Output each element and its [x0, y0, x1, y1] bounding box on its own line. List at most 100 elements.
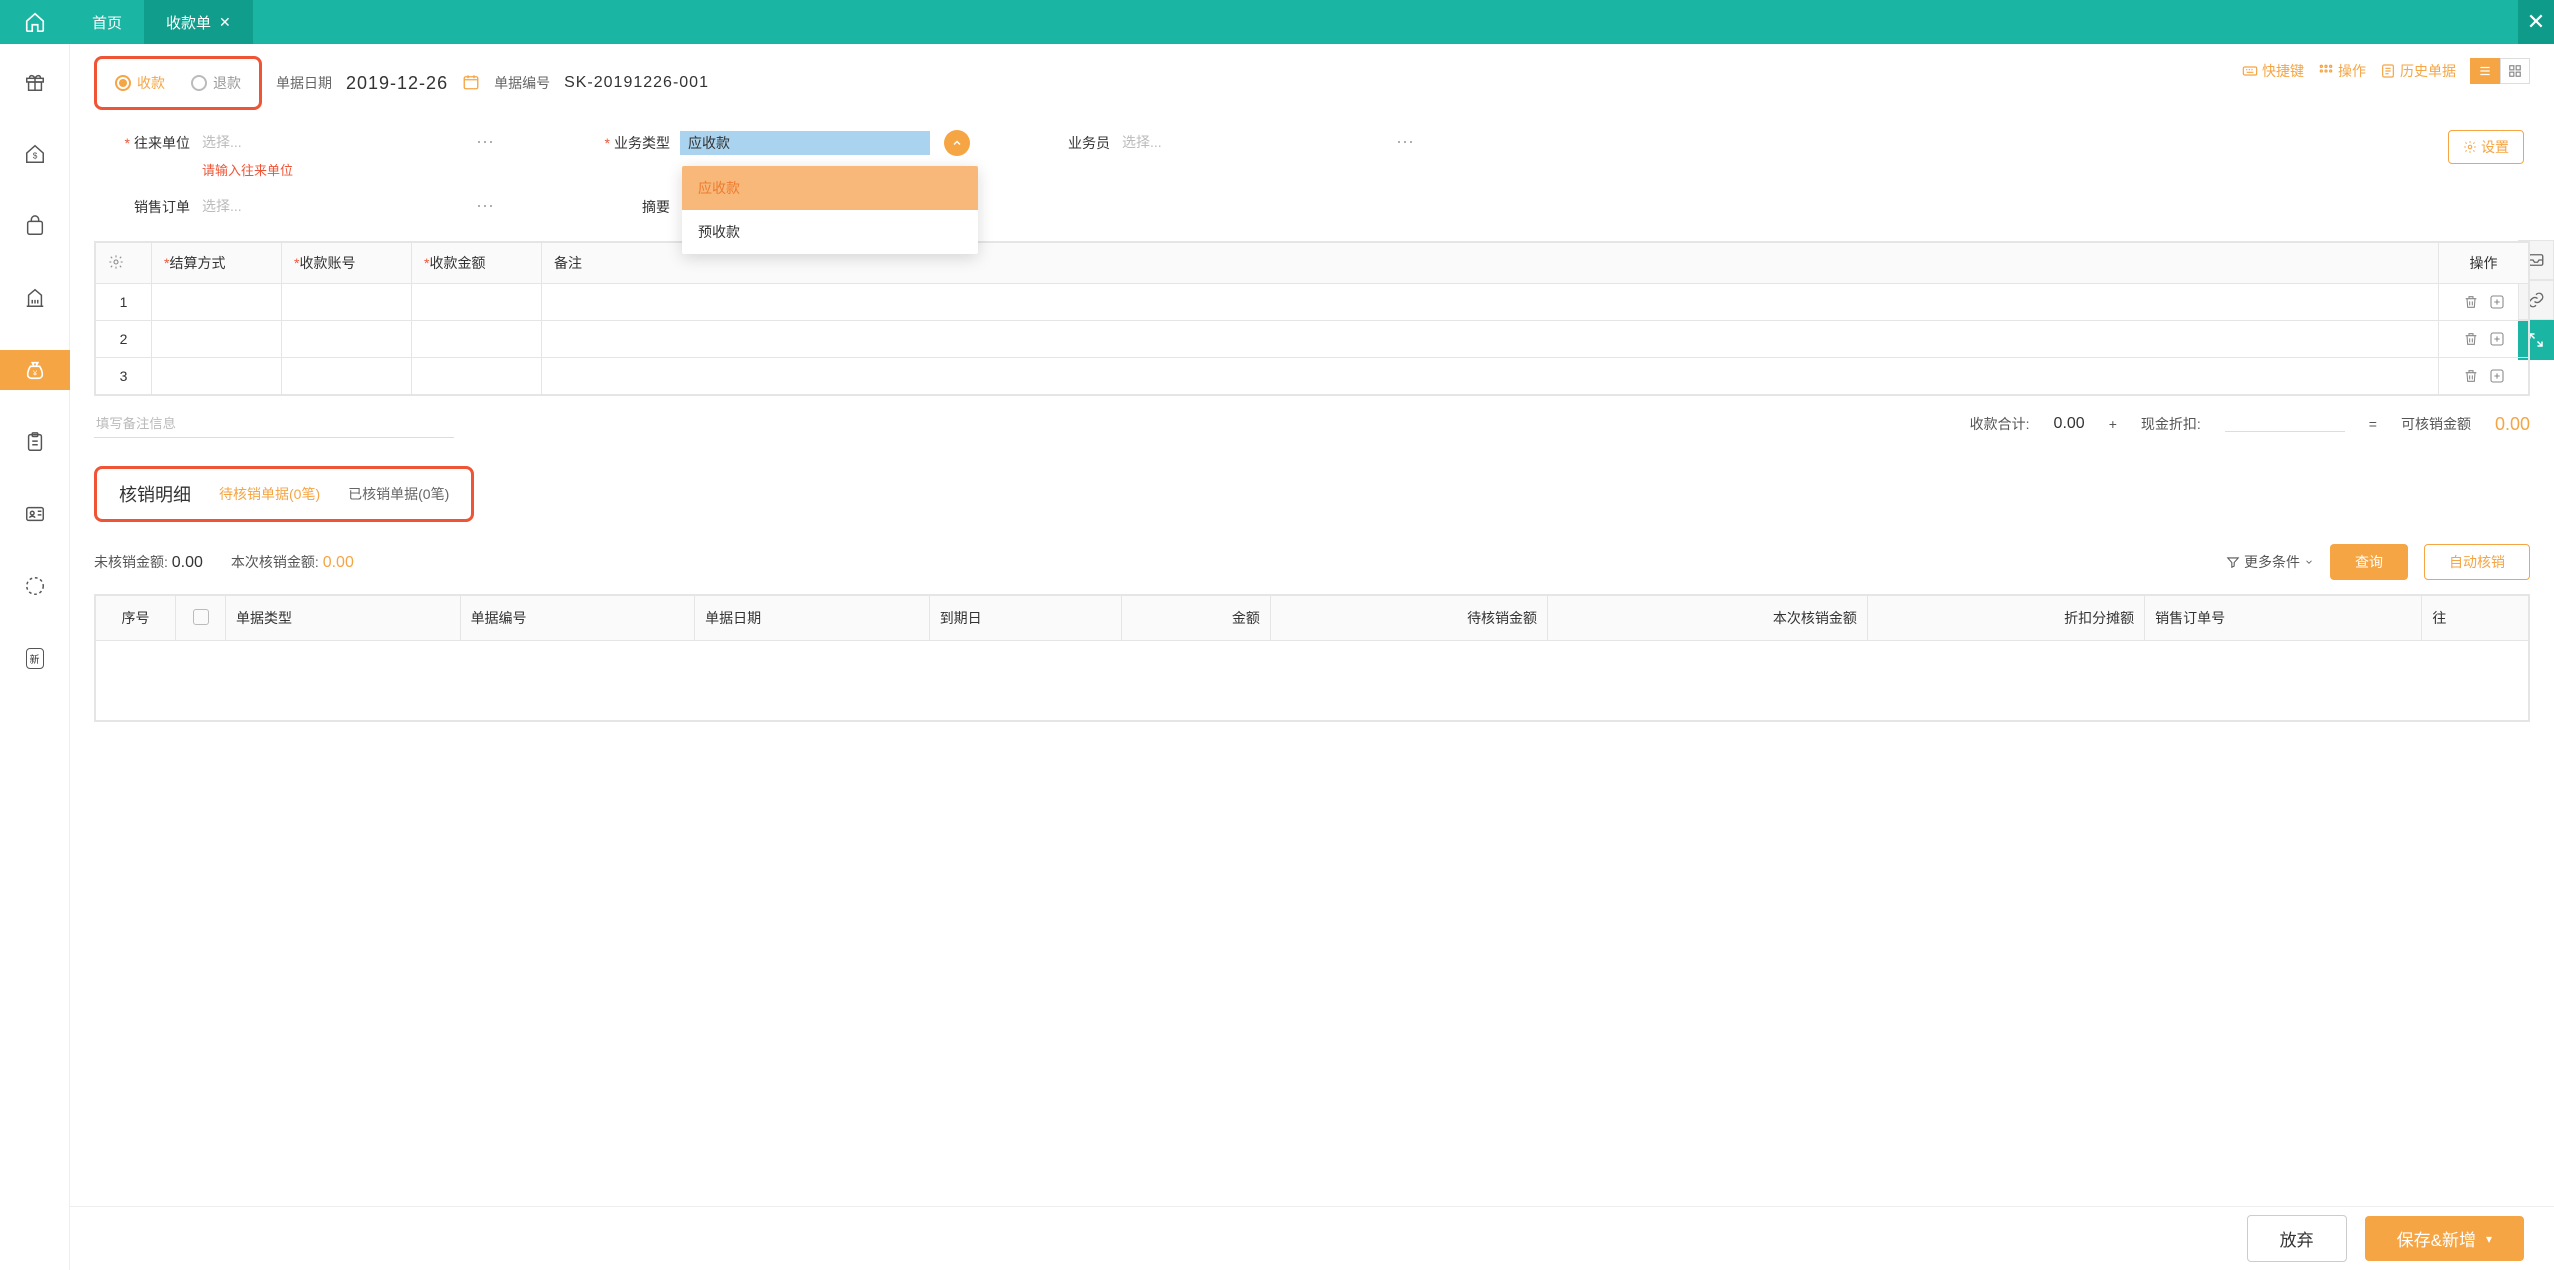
delete-icon[interactable]: [2463, 331, 2479, 347]
sidebar-gift-icon[interactable]: [0, 62, 70, 102]
more-icon[interactable]: ⋯: [470, 132, 500, 153]
doc-num-value: SK-20191226-001: [564, 74, 709, 92]
discount-input[interactable]: [2225, 416, 2345, 432]
cell-remark[interactable]: [542, 321, 2439, 358]
form-area: *往来单位 ⋯ 请输入往来单位 *业务类型 应收款 应收款 预收款 业务员 ⋯: [70, 120, 2554, 225]
dropdown-option-prepay[interactable]: 预收款: [682, 210, 978, 254]
tab-current[interactable]: 收款单 ✕: [144, 0, 253, 44]
col-ops: 操作: [2439, 243, 2529, 284]
salesorder-label: 销售订单: [110, 197, 190, 217]
sidebar-money-bag-icon[interactable]: ¥: [0, 350, 70, 390]
summary-remark-input[interactable]: [94, 410, 454, 438]
delete-icon[interactable]: [2463, 368, 2479, 384]
settings-button[interactable]: 设置: [2448, 130, 2524, 164]
wo-col-seq: 序号: [96, 596, 176, 641]
writeoff-table-header: 序号 单据类型 单据编号 单据日期 到期日 金额 待核销金额 本次核销金额 折扣…: [96, 596, 2529, 641]
svg-text:$: $: [32, 152, 37, 161]
toolbar: 收款 退款 单据日期 2019-12-26 单据编号 SK-20191226-0…: [70, 44, 2554, 120]
tab-home[interactable]: 首页: [70, 0, 144, 44]
radio-icon: [191, 75, 207, 91]
close-icon[interactable]: ✕: [219, 14, 231, 31]
query-button[interactable]: 查询: [2330, 544, 2408, 580]
cell-amt[interactable]: [412, 321, 542, 358]
cell-amt[interactable]: [412, 284, 542, 321]
auto-writeoff-button[interactable]: 自动核销: [2424, 544, 2530, 580]
partner-label: *往来单位: [110, 133, 190, 153]
dropdown-option-receivable[interactable]: 应收款: [682, 166, 978, 210]
wo-col-addr: 往: [2422, 596, 2529, 641]
radio-receive[interactable]: 收款: [115, 73, 165, 93]
add-row-icon[interactable]: [2489, 331, 2505, 347]
svg-text:¥: ¥: [32, 369, 37, 378]
table-row[interactable]: 1: [96, 284, 2529, 321]
biztype-label: *业务类型: [590, 133, 670, 153]
wo-col-checkbox[interactable]: [176, 596, 226, 641]
sidebar-new-icon[interactable]: 新: [0, 638, 70, 678]
cell-remark[interactable]: [542, 284, 2439, 321]
cell-amt[interactable]: [412, 358, 542, 395]
discard-button[interactable]: 放弃: [2247, 1215, 2347, 1262]
cell-remark[interactable]: [542, 358, 2439, 395]
unwritten-value: 0.00: [172, 554, 203, 571]
table-header-row: *结算方式 *收款账号 *收款金额 备注 操作: [96, 243, 2529, 284]
doc-num-label: 单据编号: [494, 73, 550, 93]
table-row[interactable]: 2: [96, 321, 2529, 358]
cell-acct[interactable]: [282, 358, 412, 395]
field-partner: *往来单位 ⋯ 请输入往来单位: [110, 130, 530, 155]
writeoff-tab-pending[interactable]: 待核销单据(0笔): [219, 484, 320, 504]
calendar-icon[interactable]: [462, 73, 480, 94]
more-icon[interactable]: ⋯: [470, 196, 500, 217]
partner-input[interactable]: [200, 130, 460, 155]
cell-settle[interactable]: [152, 284, 282, 321]
sidebar-id-card-icon[interactable]: [0, 494, 70, 534]
row-number: 3: [96, 358, 152, 395]
view-grid-icon[interactable]: [2500, 58, 2530, 84]
biztype-dropdown: 应收款 预收款: [682, 166, 978, 254]
wo-col-sales-order: 销售订单号: [2145, 596, 2422, 641]
sidebar-refresh-icon[interactable]: [0, 566, 70, 606]
salesperson-input[interactable]: [1120, 130, 1380, 155]
writeoff-title: 核销明细: [119, 481, 191, 507]
footer-bar: 放弃 保存&新增 ▾: [70, 1206, 2554, 1270]
sidebar-clipboard-icon[interactable]: [0, 422, 70, 462]
sidebar-house-dollar-icon[interactable]: $: [0, 134, 70, 174]
payment-lines-table: *结算方式 *收款账号 *收款金额 备注 操作 1 2 3: [94, 241, 2530, 396]
cell-acct[interactable]: [282, 321, 412, 358]
add-row-icon[interactable]: [2489, 294, 2505, 310]
checkbox-icon[interactable]: [193, 609, 209, 625]
more-conditions-toggle[interactable]: 更多条件: [2226, 552, 2314, 572]
radio-refund[interactable]: 退款: [191, 73, 241, 93]
header-close-button[interactable]: ✕: [2518, 0, 2554, 44]
writeoff-tab-done[interactable]: 已核销单据(0笔): [348, 484, 449, 504]
delete-icon[interactable]: [2463, 294, 2479, 310]
save-and-new-button[interactable]: 保存&新增 ▾: [2365, 1216, 2524, 1261]
history-link[interactable]: 历史单据: [2380, 61, 2456, 81]
doc-date-value[interactable]: 2019-12-26: [346, 73, 448, 94]
cell-acct[interactable]: [282, 284, 412, 321]
chevron-down-icon: ▾: [2486, 1232, 2492, 1246]
table-row[interactable]: 3: [96, 358, 2529, 395]
summary-row: 收款合计: 0.00 + 现金折扣: = 可核销金额 0.00: [94, 410, 2530, 438]
salesorder-input[interactable]: [200, 194, 460, 219]
cell-settle[interactable]: [152, 321, 282, 358]
sidebar-building-icon[interactable]: [0, 278, 70, 318]
biztype-input[interactable]: 应收款: [680, 131, 930, 155]
wo-col-num: 单据编号: [460, 596, 695, 641]
writeoff-amount-value: 0.00: [2495, 414, 2530, 435]
sidebar-bag-icon[interactable]: [0, 206, 70, 246]
wo-col-pending-amt: 待核销金额: [1270, 596, 1547, 641]
chevron-up-icon[interactable]: [944, 130, 970, 156]
cell-settle[interactable]: [152, 358, 282, 395]
top-header: 首页 收款单 ✕ ✕: [0, 0, 2554, 44]
home-icon-button[interactable]: [0, 0, 70, 44]
doc-date-label: 单据日期: [276, 73, 332, 93]
tab-current-label: 收款单: [166, 12, 211, 33]
writeoff-amount-label: 可核销金额: [2401, 414, 2471, 434]
add-row-icon[interactable]: [2489, 368, 2505, 384]
shortcut-link[interactable]: 快捷键: [2242, 61, 2304, 81]
view-list-icon[interactable]: [2470, 58, 2500, 84]
operate-link[interactable]: 操作: [2318, 61, 2366, 81]
more-icon[interactable]: ⋯: [1390, 132, 1420, 153]
gear-column-header[interactable]: [96, 243, 152, 284]
salesperson-label: 业务员: [1030, 133, 1110, 153]
